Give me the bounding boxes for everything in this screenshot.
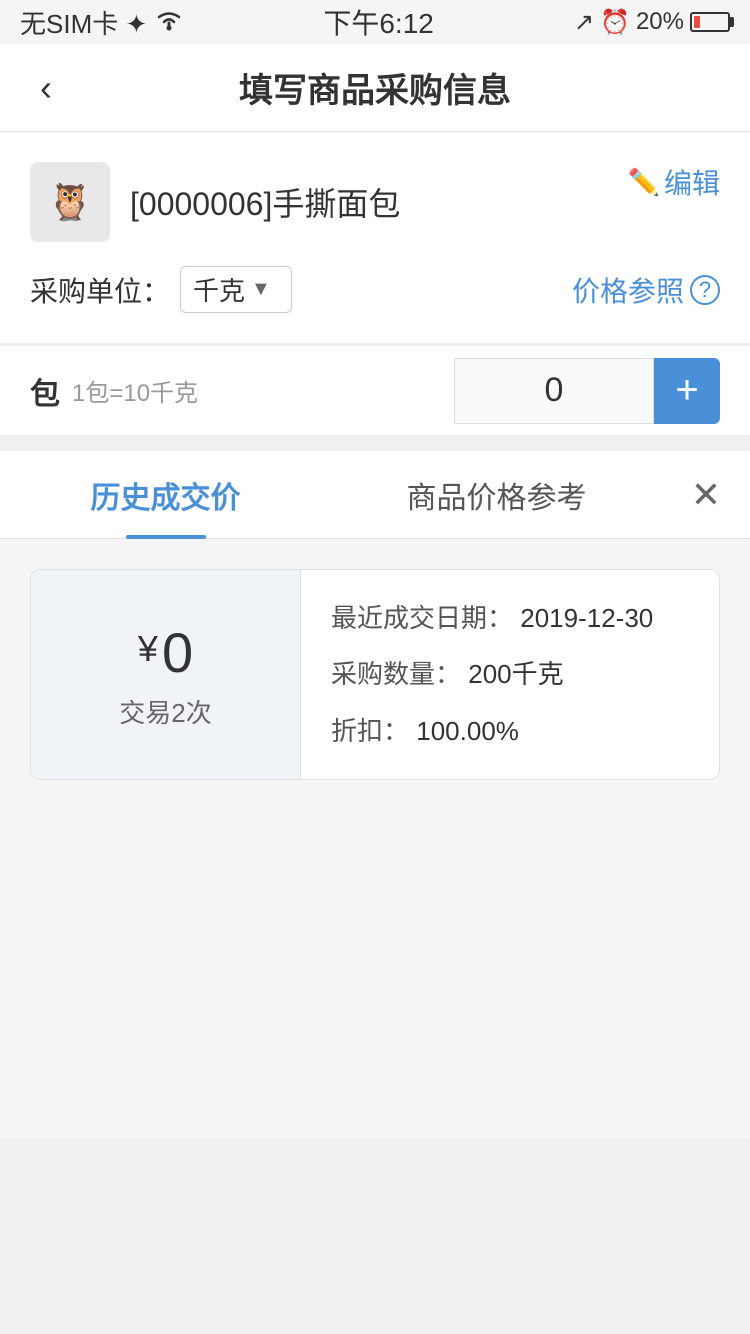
currency-symbol: ¥ xyxy=(138,628,158,670)
edit-icon: ✏️ xyxy=(628,167,660,198)
carrier-text: 无SIM卡 ✦ xyxy=(20,4,147,41)
qty-input[interactable]: 0 xyxy=(454,358,654,424)
tab2-label: 商品价格参考 xyxy=(407,473,587,517)
history-card: ¥ 0 交易2次 最近成交日期： 2019-12-30 采购数量： 200千克 … xyxy=(30,569,720,780)
history-discount-row: 折扣： 100.00% xyxy=(331,713,689,749)
location-icon: ↗ xyxy=(574,8,594,37)
battery-percent: 20% xyxy=(636,8,684,36)
tab1-label: 历史成交价 xyxy=(91,473,241,517)
history-card-right: 最近成交日期： 2019-12-30 采购数量： 200千克 折扣： 100.0… xyxy=(301,570,719,779)
dropdown-arrow-icon: ▼ xyxy=(251,278,271,301)
qty-unit-text: 包 xyxy=(30,369,60,413)
status-bar: 无SIM卡 ✦ 下午6:12 ↗ ⏰ 20% xyxy=(0,0,750,44)
status-right: ↗ ⏰ 20% xyxy=(574,8,730,37)
tab-close-button[interactable]: ✕ xyxy=(662,451,750,539)
price-ref-label: 价格参照 xyxy=(572,270,684,310)
tab-active-indicator xyxy=(126,535,206,539)
qty-plus-button[interactable]: + xyxy=(654,358,720,424)
discount-value: 100.00% xyxy=(416,716,519,746)
qty-controls: 0 + xyxy=(454,358,720,424)
history-qty-row: 采购数量： 200千克 xyxy=(331,656,689,692)
product-card: 🦉 [0000006]手撕面包 ✏️ 编辑 采购单位： 千克 ▼ 价格参照 ? xyxy=(0,132,750,343)
battery-icon xyxy=(690,12,730,32)
status-left: 无SIM卡 ✦ xyxy=(20,4,183,41)
wifi-icon xyxy=(155,7,183,38)
date-value: 2019-12-30 xyxy=(520,603,653,633)
page-title: 填写商品采购信息 xyxy=(239,63,511,112)
price-ref-button[interactable]: 价格参照 ? xyxy=(572,270,720,310)
product-left: 🦉 [0000006]手撕面包 xyxy=(30,162,400,242)
unit-label: 采购单位： 千克 ▼ xyxy=(30,266,292,313)
alarm-icon: ⏰ xyxy=(600,8,630,37)
tabs-container: 历史成交价 商品价格参考 ✕ xyxy=(0,451,750,539)
unit-label-text: 采购单位： xyxy=(30,270,170,310)
tab-product-price[interactable]: 商品价格参考 xyxy=(331,451,662,539)
qty-unit-desc: 1包=10千克 xyxy=(72,373,198,408)
history-card-left: ¥ 0 交易2次 xyxy=(31,570,301,779)
history-price: ¥ 0 xyxy=(138,620,193,685)
history-date-row: 最近成交日期： 2019-12-30 xyxy=(331,600,689,636)
edit-button[interactable]: ✏️ 编辑 xyxy=(628,162,720,202)
nav-bar: ‹ 填写商品采购信息 xyxy=(0,44,750,132)
price-ref-help-icon: ? xyxy=(690,275,720,305)
qty-label: 包 1包=10千克 xyxy=(30,369,198,413)
unit-value: 千克 xyxy=(193,271,245,308)
edit-label: 编辑 xyxy=(664,162,720,202)
qty-value-text: 200千克 xyxy=(468,659,563,689)
back-button[interactable]: ‹ xyxy=(30,57,62,119)
product-header: 🦉 [0000006]手撕面包 ✏️ 编辑 xyxy=(30,162,720,242)
qty-label-text: 采购数量： xyxy=(331,659,461,689)
date-label: 最近成交日期： xyxy=(331,603,513,633)
product-unit-row: 采购单位： 千克 ▼ 价格参照 ? xyxy=(30,266,720,313)
quantity-section: 包 1包=10千克 0 + xyxy=(0,345,750,435)
content-area: ¥ 0 交易2次 最近成交日期： 2019-12-30 采购数量： 200千克 … xyxy=(0,539,750,1139)
section-divider xyxy=(0,435,750,451)
unit-select[interactable]: 千克 ▼ xyxy=(180,266,292,313)
price-value: 0 xyxy=(162,620,193,685)
product-name: [0000006]手撕面包 xyxy=(130,179,400,225)
discount-label: 折扣： xyxy=(331,716,409,746)
trade-count: 交易2次 xyxy=(119,693,211,730)
status-time: 下午6:12 xyxy=(323,2,434,42)
product-logo-icon: 🦉 xyxy=(48,181,93,223)
product-thumbnail: 🦉 xyxy=(30,162,110,242)
tab-history-price[interactable]: 历史成交价 xyxy=(0,451,331,539)
